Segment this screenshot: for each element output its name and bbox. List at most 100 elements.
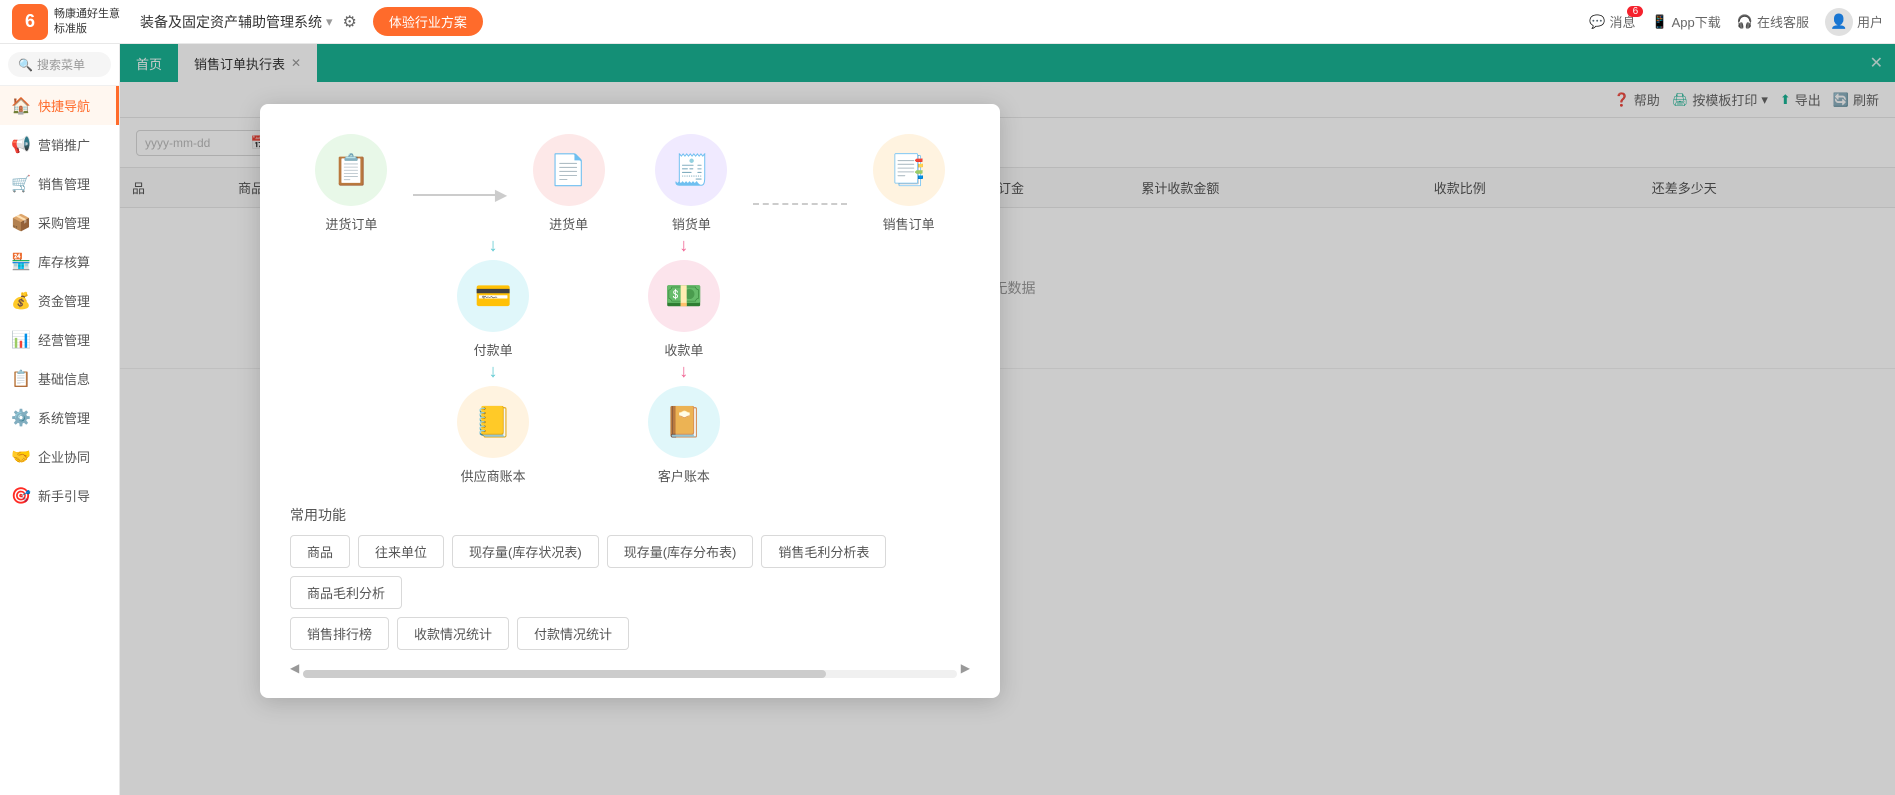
nav-icon-0: 🏠 — [12, 97, 30, 115]
payment-bill-node[interactable]: 💳 — [457, 260, 529, 332]
scroll-left-icon[interactable]: ◀ — [290, 661, 299, 675]
sidebar-item-4[interactable]: 🏪 库存核算 — [0, 242, 119, 281]
message-icon: 💬 — [1589, 14, 1605, 30]
app-download-button[interactable]: 📱 App下载 — [1651, 12, 1720, 31]
service-icon: 🎧 — [1737, 14, 1753, 30]
online-service-button[interactable]: 🎧 在线客服 — [1737, 12, 1809, 31]
flow-modal-overlay: 📋 进货订单 ▶ — [120, 44, 1895, 795]
nav-icon-10: 🎯 — [12, 487, 30, 505]
nav-icon-6: 📊 — [12, 331, 30, 349]
flow-diagram: 📋 进货订单 ▶ — [290, 134, 970, 485]
nav-icon-5: 💰 — [12, 292, 30, 310]
receipt-bill-node[interactable]: 💵 — [648, 260, 720, 332]
func-btn-row1-4[interactable]: 销售毛利分析表 — [761, 535, 886, 568]
nav-icon-7: 📋 — [12, 370, 30, 388]
down-arrow-payment: ↓ — [489, 235, 498, 256]
func-btn-row2-1[interactable]: 收款情况统计 — [397, 617, 509, 650]
nav-icon-8: ⚙️ — [12, 409, 30, 427]
search-menu-button[interactable]: 🔍 搜索菜单 — [8, 52, 111, 77]
func-buttons-row2: 销售排行榜收款情况统计付款情况统计 — [290, 617, 970, 650]
modal-scrollbar[interactable] — [303, 670, 957, 678]
nav-label-1: 营销推广 — [38, 135, 90, 154]
nav-label-5: 资金管理 — [38, 291, 90, 310]
message-badge: 6 — [1627, 6, 1643, 17]
logo-text: 畅康通好生意 标准版 — [54, 7, 120, 36]
top-right-area: 💬 消息 6 📱 App下载 🎧 在线客服 👤 用户 — [1589, 8, 1883, 36]
nav-label-6: 经营管理 — [38, 330, 90, 349]
logo-area: 6 畅康通好生意 标准版 — [12, 4, 132, 40]
system-title-area: 装备及固定资产辅助管理系统 ▾ — [140, 12, 333, 32]
avatar: 👤 — [1825, 8, 1853, 36]
user-menu-button[interactable]: 👤 用户 — [1825, 8, 1883, 36]
phone-icon: 📱 — [1651, 14, 1667, 30]
trial-button[interactable]: 体验行业方案 — [373, 7, 483, 36]
sales-bill-label: 销货单 — [672, 214, 711, 233]
nav-icon-9: 🤝 — [12, 448, 30, 466]
flow-modal: 📋 进货订单 ▶ — [260, 104, 1000, 698]
nav-label-7: 基础信息 — [38, 369, 90, 388]
sales-bill-node[interactable]: 🧾 — [655, 134, 727, 206]
avatar-icon: 👤 — [1830, 13, 1847, 30]
scroll-right-icon[interactable]: ▶ — [961, 661, 970, 675]
nav-icon-2: 🛒 — [12, 175, 30, 193]
sidebar-item-2[interactable]: 🛒 销售管理 — [0, 164, 119, 203]
func-btn-row1-2[interactable]: 现存量(库存状况表) — [452, 535, 599, 568]
modal-scroll-area: ◀ ▶ — [290, 658, 970, 678]
purchase-bill-label: 进货单 — [549, 214, 588, 233]
search-icon: 🔍 — [18, 58, 33, 72]
supplier-ledger-label: 供应商账本 — [461, 466, 526, 485]
sidebar-item-3[interactable]: 📦 采购管理 — [0, 203, 119, 242]
receipt-bill-label: 收款单 — [664, 340, 703, 359]
sidebar-item-5[interactable]: 💰 资金管理 — [0, 281, 119, 320]
sales-order-node[interactable]: 📑 — [873, 134, 945, 206]
customer-ledger-label: 客户账本 — [658, 466, 710, 485]
nav-icon-3: 📦 — [12, 214, 30, 232]
func-btn-row2-2[interactable]: 付款情况统计 — [517, 617, 629, 650]
nav-label-10: 新手引导 — [38, 486, 90, 505]
sidebar-nav: 🏠 快捷导航 📢 营销推广 🛒 销售管理 📦 采购管理 🏪 库存核算 💰 资金管理 📊 经营管理 📋 基础信息… — [0, 86, 119, 515]
content-area: 首页 销售订单执行表 ✕ ✕ ❓ 帮助 🖨 按模板打印 ▾ — [120, 44, 1895, 795]
sidebar-search-area[interactable]: 🔍 搜索菜单 — [0, 44, 119, 86]
sidebar-item-8[interactable]: ⚙️ 系统管理 — [0, 398, 119, 437]
down-arrow-customer: ↓ — [679, 361, 688, 382]
system-title: 装备及固定资产辅助管理系统 — [140, 12, 322, 32]
logo-icon: 6 — [12, 4, 48, 40]
sidebar-item-9[interactable]: 🤝 企业协同 — [0, 437, 119, 476]
purchase-order-label: 进货订单 — [325, 214, 377, 233]
dropdown-arrow-icon[interactable]: ▾ — [326, 14, 333, 30]
purchase-bill-node[interactable]: 📄 — [533, 134, 605, 206]
nav-icon-4: 🏪 — [12, 253, 30, 271]
top-bar: 6 畅康通好生意 标准版 装备及固定资产辅助管理系统 ▾ ⚙ 体验行业方案 💬 … — [0, 0, 1895, 44]
nav-icon-1: 📢 — [12, 136, 30, 154]
customer-ledger-node[interactable]: 📔 — [648, 386, 720, 458]
func-btn-row1-1[interactable]: 往来单位 — [358, 535, 444, 568]
common-functions: 常用功能 商品往来单位现存量(库存状况表)现存量(库存分布表)销售毛利分析表商品… — [290, 505, 970, 650]
nav-label-3: 采购管理 — [38, 213, 90, 232]
func-buttons-row1: 商品往来单位现存量(库存状况表)现存量(库存分布表)销售毛利分析表商品毛利分析 — [290, 535, 970, 609]
sidebar-item-6[interactable]: 📊 经营管理 — [0, 320, 119, 359]
message-button[interactable]: 💬 消息 6 — [1589, 12, 1635, 31]
func-btn-row1-0[interactable]: 商品 — [290, 535, 350, 568]
sidebar-item-10[interactable]: 🎯 新手引导 — [0, 476, 119, 515]
sidebar-item-7[interactable]: 📋 基础信息 — [0, 359, 119, 398]
settings-icon[interactable]: ⚙ — [343, 12, 357, 32]
payment-bill-label: 付款单 — [474, 340, 513, 359]
scrollbar-thumb[interactable] — [303, 670, 826, 678]
func-btn-row1-5[interactable]: 商品毛利分析 — [290, 576, 402, 609]
sidebar-item-0[interactable]: 🏠 快捷导航 — [0, 86, 119, 125]
func-btn-row2-0[interactable]: 销售排行榜 — [290, 617, 389, 650]
purchase-order-node[interactable]: 📋 — [315, 134, 387, 206]
down-arrow-receipt: ↓ — [679, 235, 688, 256]
nav-label-9: 企业协同 — [38, 447, 90, 466]
nav-label-2: 销售管理 — [38, 174, 90, 193]
nav-label-0: 快捷导航 — [38, 96, 90, 115]
nav-label-4: 库存核算 — [38, 252, 90, 271]
down-arrow-supplier: ↓ — [489, 361, 498, 382]
supplier-ledger-node[interactable]: 📒 — [457, 386, 529, 458]
func-btn-row1-3[interactable]: 现存量(库存分布表) — [607, 535, 754, 568]
sidebar-item-1[interactable]: 📢 营销推广 — [0, 125, 119, 164]
nav-label-8: 系统管理 — [38, 408, 90, 427]
sidebar: 🔍 搜索菜单 🏠 快捷导航 📢 营销推广 🛒 销售管理 📦 采购管理 🏪 库存核算 💰 资金管理 📊 经营… — [0, 44, 120, 795]
sales-order-label: 销售订单 — [883, 214, 935, 233]
common-functions-title: 常用功能 — [290, 505, 970, 525]
